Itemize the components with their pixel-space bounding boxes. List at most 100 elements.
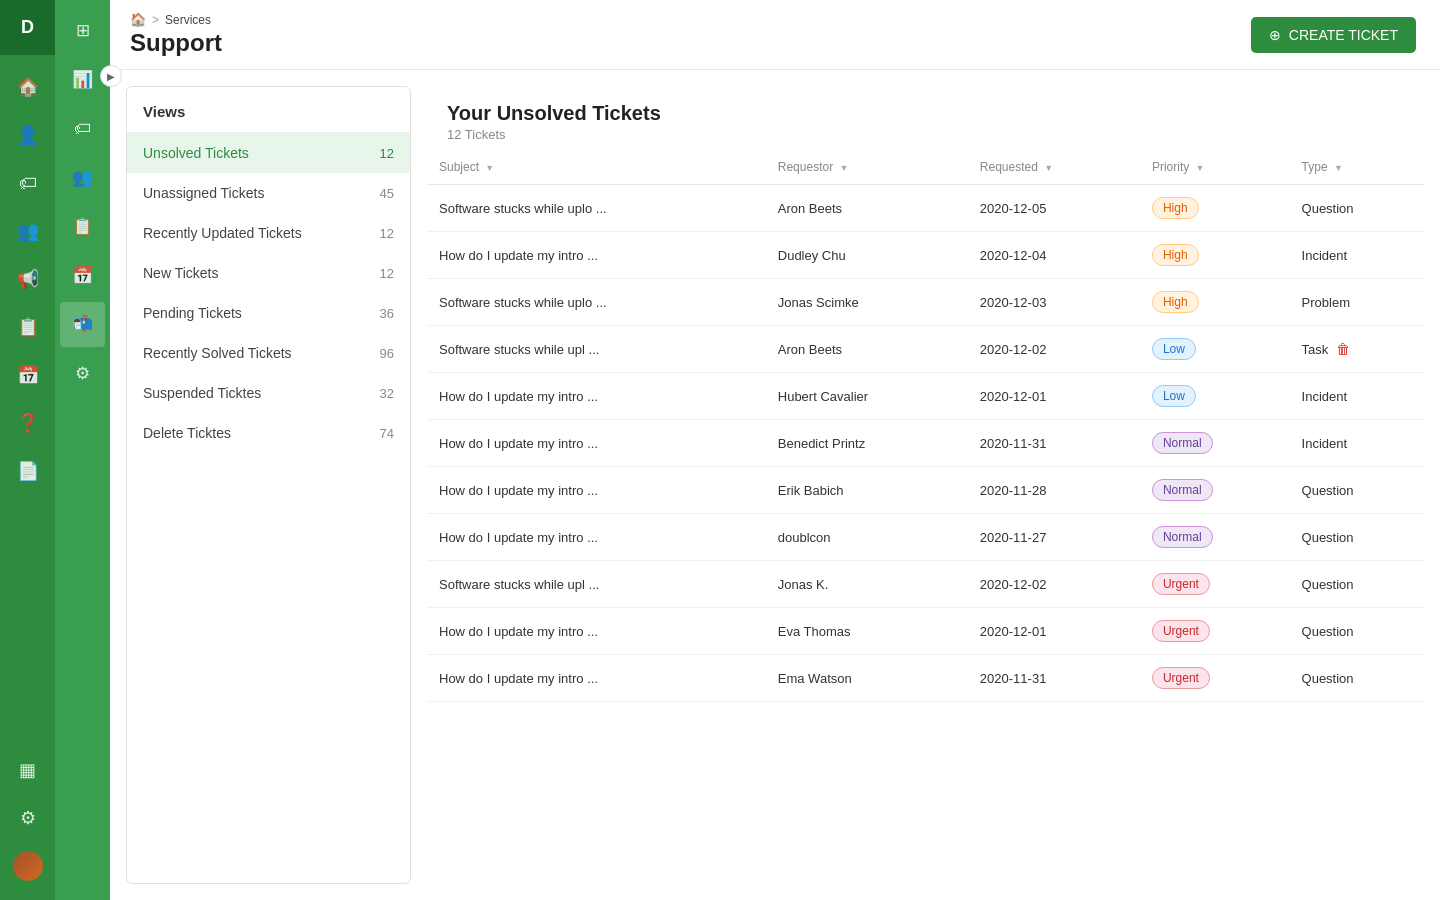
home-breadcrumb-icon[interactable]: 🏠 <box>130 12 146 27</box>
settings-bottom-icon[interactable]: ⚙ <box>0 794 55 842</box>
delete-icon[interactable]: 🗑 <box>1336 341 1350 357</box>
ss-stats-icon[interactable]: 📊 <box>60 57 105 102</box>
ss-settings-icon[interactable]: ⚙ <box>60 351 105 396</box>
view-item-recently-solved[interactable]: Recently Solved Tickets 96 <box>127 333 410 373</box>
ss-inbox-icon[interactable]: 📬 <box>60 302 105 347</box>
col-subject[interactable]: Subject ▼ <box>427 150 766 185</box>
table-row[interactable]: How do I update my intro ... Hubert Cava… <box>427 373 1424 420</box>
priority-badge: Normal <box>1152 526 1213 548</box>
view-item-unassigned-count: 45 <box>380 186 394 201</box>
view-item-pending[interactable]: Pending Tickets 36 <box>127 293 410 333</box>
ticket-subject[interactable]: Software stucks while upl ... <box>427 561 766 608</box>
create-ticket-button[interactable]: ⊕ CREATE TICKET <box>1251 17 1416 53</box>
priority-badge: Normal <box>1152 479 1213 501</box>
views-title: Views <box>127 87 410 133</box>
ticket-requested: 2020-11-31 <box>968 655 1140 702</box>
reports-nav-icon[interactable]: 📋 <box>0 303 55 351</box>
ticket-subject[interactable]: How do I update my intro ... <box>427 514 766 561</box>
col-requestor[interactable]: Requestor ▼ <box>766 150 968 185</box>
col-requested[interactable]: Requested ▼ <box>968 150 1140 185</box>
table-row[interactable]: How do I update my intro ... doublcon 20… <box>427 514 1424 561</box>
ticket-subject[interactable]: How do I update my intro ... <box>427 655 766 702</box>
ss-cal-icon[interactable]: 📅 <box>60 253 105 298</box>
ticket-subject[interactable]: How do I update my intro ... <box>427 373 766 420</box>
ss-list-icon[interactable]: 📋 <box>60 204 105 249</box>
user-nav-icon[interactable]: 👤 <box>0 111 55 159</box>
table-row[interactable]: Software stucks while uplo ... Jonas Sci… <box>427 279 1424 326</box>
dashboard-nav-icon[interactable]: 🏠 <box>0 63 55 111</box>
ticket-subject[interactable]: How do I update my intro ... <box>427 420 766 467</box>
grid-bottom-icon[interactable]: ▦ <box>0 746 55 794</box>
table-row[interactable]: How do I update my intro ... Eva Thomas … <box>427 608 1424 655</box>
priority-badge: Urgent <box>1152 620 1210 642</box>
view-item-unassigned[interactable]: Unassigned Tickets 45 <box>127 173 410 213</box>
view-item-recently-updated-count: 12 <box>380 226 394 241</box>
table-row[interactable]: Software stucks while uplo ... Aron Beet… <box>427 185 1424 232</box>
priority-badge: High <box>1152 291 1199 313</box>
view-item-delete[interactable]: Delete Ticktes 74 <box>127 413 410 453</box>
type-cell: Task 🗑 <box>1302 341 1412 357</box>
view-item-delete-label: Delete Ticktes <box>143 425 231 441</box>
ticket-subject[interactable]: How do I update my intro ... <box>427 232 766 279</box>
col-type[interactable]: Type ▼ <box>1290 150 1424 185</box>
view-item-pending-count: 36 <box>380 306 394 321</box>
app-logo[interactable]: D <box>0 0 55 55</box>
ticket-subject[interactable]: Software stucks while uplo ... <box>427 279 766 326</box>
breadcrumb-parent[interactable]: Services <box>165 13 211 27</box>
view-item-recently-solved-count: 96 <box>380 346 394 361</box>
view-item-unsolved[interactable]: Unsolved Tickets 12 <box>127 133 410 173</box>
tag-nav-icon[interactable]: 🏷 <box>0 159 55 207</box>
ticket-requestor: Jonas Scimke <box>766 279 968 326</box>
view-item-suspended[interactable]: Suspended Ticktes 32 <box>127 373 410 413</box>
create-ticket-label: CREATE TICKET <box>1289 27 1398 43</box>
view-item-suspended-label: Suspended Ticktes <box>143 385 261 401</box>
table-row[interactable]: How do I update my intro ... Benedict Pr… <box>427 420 1424 467</box>
ss-label-icon[interactable]: 🏷 <box>60 106 105 151</box>
contacts-nav-icon[interactable]: 👥 <box>0 207 55 255</box>
collapse-button[interactable]: ▶ <box>100 65 122 87</box>
docs-nav-icon[interactable]: 📄 <box>0 447 55 495</box>
ticket-subject[interactable]: Software stucks while upl ... <box>427 326 766 373</box>
table-row[interactable]: Software stucks while upl ... Jonas K. 2… <box>427 561 1424 608</box>
ticket-priority: High <box>1140 232 1290 279</box>
icon-bar: D 🏠 👤 🏷 👥 📢 📋 📅 ❓ 📄 ▦ ⚙ <box>0 0 55 900</box>
priority-badge: Normal <box>1152 432 1213 454</box>
ticket-requested: 2020-11-28 <box>968 467 1140 514</box>
ss-team-icon[interactable]: 👥 <box>60 155 105 200</box>
ticket-type: Question <box>1290 185 1424 232</box>
help-nav-icon[interactable]: ❓ <box>0 399 55 447</box>
view-item-new[interactable]: New Tickets 12 <box>127 253 410 293</box>
ticket-subject[interactable]: How do I update my intro ... <box>427 608 766 655</box>
requestor-sort-icon: ▼ <box>839 163 848 173</box>
ticket-type: Incident <box>1290 420 1424 467</box>
priority-badge: High <box>1152 244 1199 266</box>
table-row[interactable]: How do I update my intro ... Ema Watson … <box>427 655 1424 702</box>
ticket-requestor: Hubert Cavalier <box>766 373 968 420</box>
table-row[interactable]: Software stucks while upl ... Aron Beets… <box>427 326 1424 373</box>
avatar-bottom[interactable] <box>0 842 55 890</box>
calendar-nav-icon[interactable]: 📅 <box>0 351 55 399</box>
table-row[interactable]: How do I update my intro ... Erik Babich… <box>427 467 1424 514</box>
ticket-subject[interactable]: Software stucks while uplo ... <box>427 185 766 232</box>
type-cell: Problem <box>1302 295 1412 310</box>
col-priority[interactable]: Priority ▼ <box>1140 150 1290 185</box>
ticket-requestor: Benedict Printz <box>766 420 968 467</box>
ticket-subject[interactable]: How do I update my intro ... <box>427 467 766 514</box>
ticket-requestor: Ema Watson <box>766 655 968 702</box>
table-row[interactable]: How do I update my intro ... Dudley Chu … <box>427 232 1424 279</box>
view-item-recently-updated[interactable]: Recently Updated Tickets 12 <box>127 213 410 253</box>
type-cell: Question <box>1302 577 1412 592</box>
ticket-type: Task 🗑 <box>1290 326 1424 373</box>
view-item-unsolved-label: Unsolved Tickets <box>143 145 249 161</box>
ticket-priority: High <box>1140 279 1290 326</box>
ss-dashboard-icon[interactable]: ⊞ <box>60 8 105 53</box>
ticket-priority: Urgent <box>1140 608 1290 655</box>
content-body: Views Unsolved Tickets 12 Unassigned Tic… <box>110 70 1440 900</box>
tickets-panel: Your Unsolved Tickets 12 Tickets Subject… <box>427 86 1424 884</box>
announce-nav-icon[interactable]: 📢 <box>0 255 55 303</box>
breadcrumb-area: 🏠 > Services Support <box>130 12 222 57</box>
ticket-type: Problem <box>1290 279 1424 326</box>
view-item-new-label: New Tickets <box>143 265 218 281</box>
ticket-requested: 2020-11-31 <box>968 420 1140 467</box>
ticket-priority: High <box>1140 185 1290 232</box>
